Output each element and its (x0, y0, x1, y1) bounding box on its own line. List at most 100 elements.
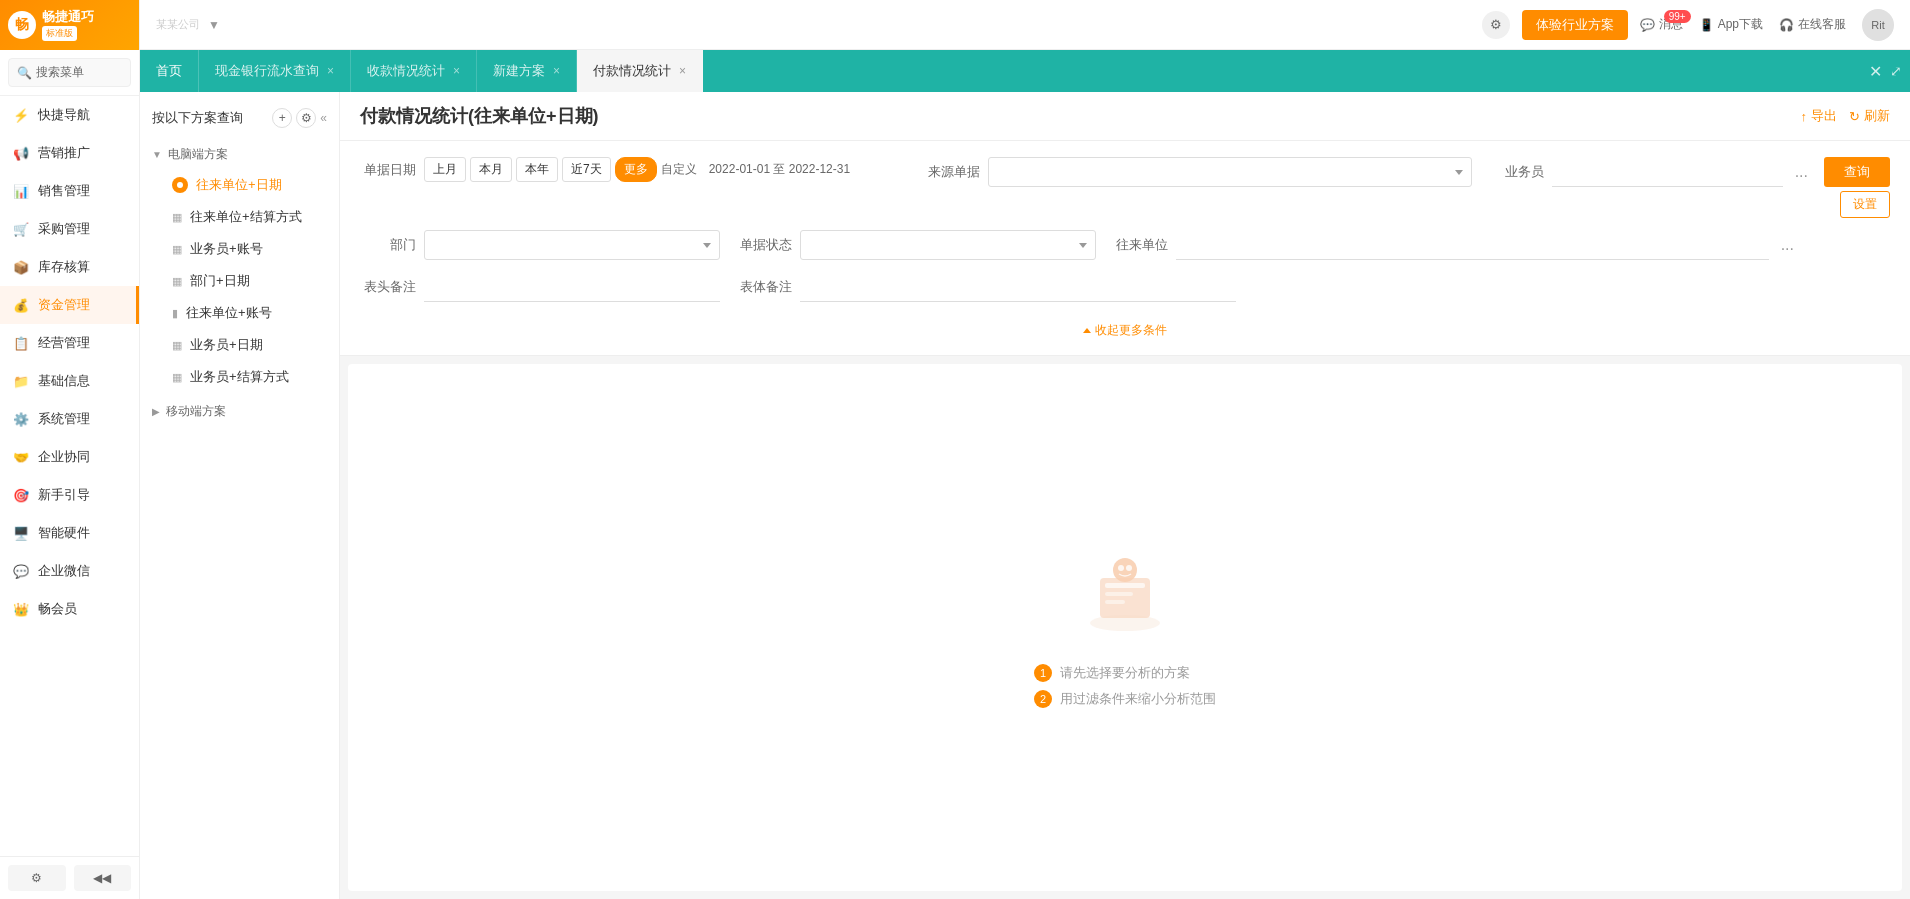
gear-button[interactable]: ⚙ (1482, 11, 1510, 39)
svg-rect-3 (1105, 583, 1145, 588)
svg-point-6 (1113, 558, 1137, 582)
scheme-item-salesman-date[interactable]: ▦ 业务员+日期 (140, 329, 339, 361)
sidebar-item-purchase[interactable]: 🛒 采购管理 (0, 210, 139, 248)
date-range-text: 2022-01-01 至 2022-12-31 (709, 161, 850, 178)
avatar[interactable]: Rit (1862, 9, 1894, 41)
tab-home[interactable]: 首页 (140, 50, 199, 92)
svg-point-7 (1118, 565, 1124, 571)
filter-group-date: 单据日期 上月 本月 本年 近7天 更多 自定义 2022-01-01 至 20… (360, 157, 908, 182)
scheme-settings-button[interactable]: ⚙ (296, 108, 316, 128)
tabbar-expand-button[interactable]: ⤢ (1890, 63, 1902, 79)
filter-settings-button[interactable]: 设置 (1840, 191, 1890, 218)
tab-payment-stats[interactable]: 付款情况统计 × (577, 50, 703, 92)
page-header: 付款情况统计(往来单位+日期) ↑ 导出 ↻ 刷新 (340, 92, 1910, 141)
sidebar-item-marketing[interactable]: 📢 营销推广 (0, 134, 139, 172)
collapse-chevron-up-icon (1083, 328, 1091, 333)
scheme-group-mobile-header[interactable]: ▶ 移动端方案 (140, 397, 339, 426)
sidebar-item-system[interactable]: ⚙️ 系统管理 (0, 400, 139, 438)
tab-close-receipt-stats[interactable]: × (453, 64, 460, 78)
app-icon: 📱 (1699, 18, 1714, 32)
scheme-item-salesman-payment[interactable]: ▦ 业务员+结算方式 (140, 361, 339, 393)
tabbar-close-all-button[interactable]: ✕ (1869, 62, 1882, 81)
filter-group-salesman: 业务员 ... (1488, 157, 1808, 187)
date-this-year-button[interactable]: 本年 (516, 157, 558, 182)
scheme-item-salesman-account[interactable]: ▦ 业务员+账号 (140, 233, 339, 265)
date-custom-label[interactable]: 自定义 (661, 161, 697, 178)
doc-status-label: 单据状态 (736, 236, 792, 254)
refresh-button[interactable]: ↻ 刷新 (1849, 107, 1890, 125)
partner-dots[interactable]: ... (1781, 236, 1794, 254)
sidebar: 畅 畅捷通巧 标准版 🔍 搜索菜单 ⚡ 快捷导航 📢 营销推广 📊 销售管理 🛒… (0, 0, 140, 899)
scheme-item-partner-account[interactable]: ▮ 往来单位+账号 (140, 297, 339, 329)
sidebar-item-inventory[interactable]: 📦 库存核算 (0, 248, 139, 286)
sidebar-search-section: 🔍 搜索菜单 (0, 50, 139, 96)
filter-area: 单据日期 上月 本月 本年 近7天 更多 自定义 2022-01-01 至 20… (340, 141, 1910, 356)
search-menu-button[interactable]: 🔍 搜索菜单 (8, 58, 131, 87)
sidebar-item-member[interactable]: 👑 畅会员 (0, 590, 139, 628)
scheme-panel-actions: + ⚙ « (272, 108, 327, 128)
sidebar-item-finance[interactable]: 💰 资金管理 (0, 286, 139, 324)
tab-close-bank-flow[interactable]: × (327, 64, 334, 78)
empty-hint-2: 2 用过滤条件来缩小分析范围 (1034, 690, 1216, 708)
sidebar-item-operation[interactable]: 📋 经营管理 (0, 324, 139, 362)
tab-close-payment-stats[interactable]: × (679, 64, 686, 78)
date-7days-button[interactable]: 近7天 (562, 157, 611, 182)
date-this-month-button[interactable]: 本月 (470, 157, 512, 182)
date-last-month-button[interactable]: 上月 (424, 157, 466, 182)
table-header-input[interactable] (424, 272, 720, 302)
sidebar-collapse-button[interactable]: ◀◀ (74, 865, 132, 891)
dept-select[interactable] (424, 230, 720, 260)
sales-icon: 📊 (12, 182, 30, 200)
source-select[interactable] (988, 157, 1472, 187)
tab-bank-flow[interactable]: 现金银行流水查询 × (199, 50, 351, 92)
scheme-item-partner-date[interactable]: 往来单位+日期 (140, 169, 339, 201)
sidebar-settings-button[interactable]: ⚙ (8, 865, 66, 891)
svg-rect-4 (1105, 592, 1133, 596)
app-download-button[interactable]: 📱 App下载 (1699, 16, 1763, 33)
date-buttons: 上月 本月 本年 近7天 更多 自定义 (424, 157, 697, 182)
mobile-group-arrow: ▶ (152, 406, 160, 417)
sidebar-item-enterprise[interactable]: 🤝 企业协同 (0, 438, 139, 476)
sidebar-item-sales[interactable]: 📊 销售管理 (0, 172, 139, 210)
filter-group-doc-status: 单据状态 (736, 230, 1096, 260)
tab-new-scheme[interactable]: 新建方案 × (477, 50, 577, 92)
sidebar-item-quick-nav[interactable]: ⚡ 快捷导航 (0, 96, 139, 134)
trial-button[interactable]: 体验行业方案 (1522, 10, 1628, 40)
scheme-group-desktop: ▼ 电脑端方案 往来单位+日期 ▦ 往来单位+结算方式 ▦ 业务员+账号 (140, 140, 339, 393)
message-icon: 💬 (1640, 18, 1655, 32)
sidebar-item-hardware[interactable]: 🖥️ 智能硬件 (0, 514, 139, 552)
sidebar-item-guide[interactable]: 🎯 新手引导 (0, 476, 139, 514)
tab-close-new-scheme[interactable]: × (553, 64, 560, 78)
page-title: 付款情况统计(往来单位+日期) (360, 104, 599, 128)
search-icon: 🔍 (17, 66, 32, 80)
salesman-dots[interactable]: ... (1795, 163, 1808, 181)
doc-status-select[interactable] (800, 230, 1096, 260)
settings-icon: ⚙ (31, 871, 42, 885)
export-icon: ↑ (1801, 109, 1808, 124)
collapse-icon: ◀◀ (93, 871, 111, 885)
logo-badge: 标准版 (42, 26, 77, 41)
table-body-input[interactable] (800, 272, 1236, 302)
service-button[interactable]: 🎧 在线客服 (1779, 16, 1846, 33)
dept-chevron-icon (703, 243, 711, 248)
collapse-more-button[interactable]: 收起更多条件 (1083, 322, 1167, 339)
sidebar-nav: ⚡ 快捷导航 📢 营销推广 📊 销售管理 🛒 采购管理 📦 库存核算 💰 资金管… (0, 96, 139, 856)
scheme-item-dept-date[interactable]: ▦ 部门+日期 (140, 265, 339, 297)
message-button[interactable]: 💬 消息 99+ (1640, 16, 1683, 33)
doc-status-chevron-icon (1079, 243, 1087, 248)
source-label: 来源单据 (924, 163, 980, 181)
export-button[interactable]: ↑ 导出 (1801, 107, 1838, 125)
topbar-right: 💬 消息 99+ 📱 App下载 🎧 在线客服 Rit (1640, 9, 1894, 41)
scheme-item-partner-payment[interactable]: ▦ 往来单位+结算方式 (140, 201, 339, 233)
sidebar-header: 畅 畅捷通巧 标准版 (0, 0, 139, 50)
sidebar-item-wechat[interactable]: 💬 企业微信 (0, 552, 139, 590)
scheme-add-button[interactable]: + (272, 108, 292, 128)
content-area: 按以下方案查询 + ⚙ « ▼ 电脑端方案 往来单位+日 (140, 92, 1910, 899)
scheme-group-desktop-header[interactable]: ▼ 电脑端方案 (140, 140, 339, 169)
date-more-button[interactable]: 更多 (615, 157, 657, 182)
sidebar-item-basic[interactable]: 📁 基础信息 (0, 362, 139, 400)
scheme-collapse-button[interactable]: « (320, 111, 327, 125)
query-button[interactable]: 查询 (1824, 157, 1890, 187)
tab-receipt-stats[interactable]: 收款情况统计 × (351, 50, 477, 92)
filter-group-table-body: 表体备注 (736, 272, 1236, 302)
